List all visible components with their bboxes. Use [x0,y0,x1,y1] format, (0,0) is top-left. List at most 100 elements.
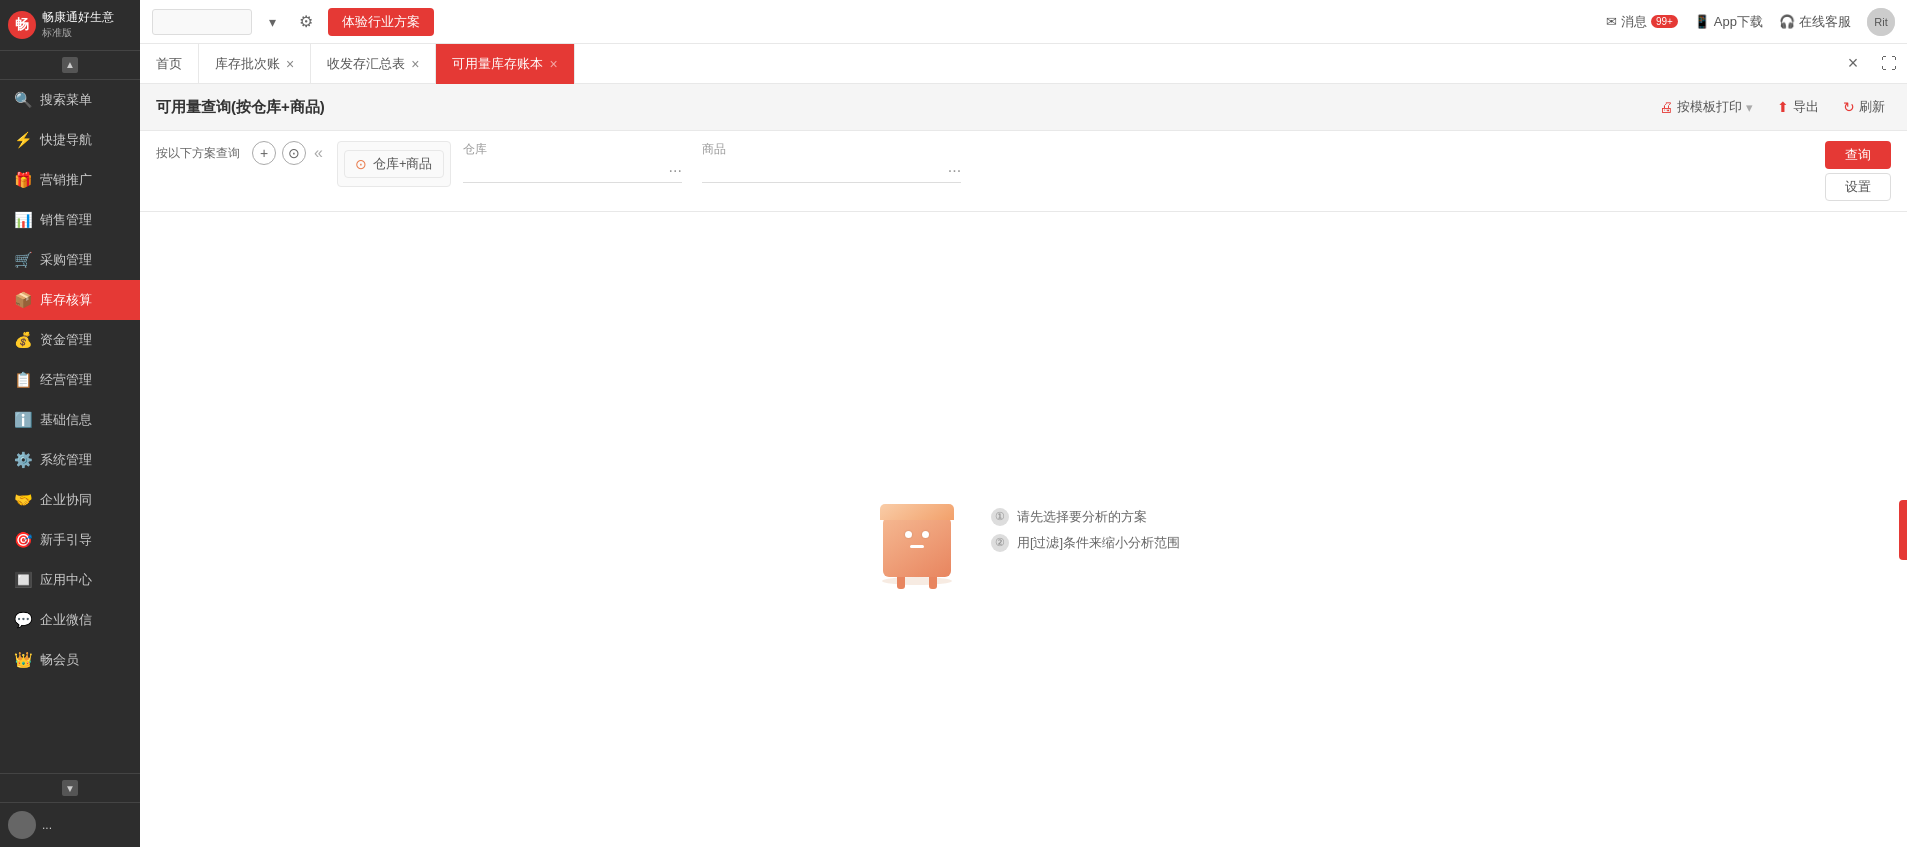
print-btn[interactable]: 🖨 按模板打印 ▾ [1653,94,1759,120]
headset-icon: 🎧 [1779,14,1795,29]
empty-state: ① 请先选择要分析的方案 ② 用[过滤]条件来缩小分析范围 [867,475,1180,585]
page-actions: 🖨 按模板打印 ▾ ⬆ 导出 ↻ 刷新 [1653,94,1891,120]
sidebar: 畅 畅康通好生意 标准版 ▲ 🔍 搜索菜单 ⚡ 快捷导航 🎁 营销推广 📊 销售… [0,0,140,847]
filter-label: 按以下方案查询 [156,141,240,162]
sidebar-item-basic[interactable]: ℹ️ 基础信息 [0,400,140,440]
sidebar-item-label: 搜索菜单 [40,91,92,109]
warehouse-input[interactable] [463,164,663,179]
page-header: 可用量查询(按仓库+商品) 🖨 按模板打印 ▾ ⬆ 导出 ↻ 刷新 [140,84,1907,131]
content-area: ① 请先选择要分析的方案 ② 用[过滤]条件来缩小分析范围 [140,212,1907,847]
product-input-group: ··· [702,160,961,183]
sidebar-item-search[interactable]: 🔍 搜索菜单 [0,80,140,120]
warehouse-input-group: ··· [463,160,682,183]
print-dropdown-icon: ▾ [1746,100,1753,115]
brand-icon: 畅 [8,11,36,39]
app-download-btn[interactable]: 📱 App下载 [1694,13,1763,31]
sidebar-item-marketing[interactable]: 🎁 营销推广 [0,160,140,200]
product-more-btn[interactable]: ··· [948,162,961,180]
handshake-icon: 🤝 [14,491,32,509]
warehouse-label: 仓库 [463,141,682,158]
topbar-dropdown-btn[interactable]: ▾ [260,10,284,34]
scheme-settings-btn[interactable]: ⊙ [282,141,306,165]
online-service-btn[interactable]: 🎧 在线客服 [1779,13,1851,31]
tab-batch-close[interactable]: × [286,57,294,71]
tabbar: 首页 库存批次账 × 收发存汇总表 × 可用量库存账本 × × ⛶ [140,44,1907,84]
avatar [8,811,36,839]
tab-batch-account[interactable]: 库存批次账 × [199,44,311,84]
filter-fields: 仓库 ··· 商品 ··· [463,141,1814,183]
query-btn[interactable]: 查询 [1825,141,1891,169]
trial-btn[interactable]: 体验行业方案 [328,8,434,36]
tab-home-label: 首页 [156,55,182,73]
filter-schemes: + ⊙ « [252,141,325,165]
scheme-item-label: 仓库+商品 [373,155,433,173]
sidebar-item-newguide[interactable]: 🎯 新手引导 [0,520,140,560]
sidebar-item-sales[interactable]: 📊 销售管理 [0,200,140,240]
sidebar-item-system[interactable]: ⚙️ 系统管理 [0,440,140,480]
sidebar-item-label: 系统管理 [40,451,92,469]
sidebar-item-label: 畅会员 [40,651,79,669]
sidebar-item-purchase[interactable]: 🛒 采购管理 [0,240,140,280]
topbar-right: ✉ 消息 99+ 📱 App下载 🎧 在线客服 Rit [1606,8,1895,36]
hint2-num: ② [991,534,1009,552]
export-btn[interactable]: ⬆ 导出 [1771,94,1825,120]
tabbar-window-close-btn[interactable]: × [1835,46,1871,82]
page-title: 可用量查询(按仓库+商品) [156,98,325,117]
clipboard-icon: 📋 [14,371,32,389]
refresh-btn[interactable]: ↻ 刷新 [1837,94,1891,120]
sidebar-item-appcenter[interactable]: 🔲 应用中心 [0,560,140,600]
scheme-panel: ⊙ 仓库+商品 [337,141,451,187]
sidebar-item-wechat[interactable]: 💬 企业微信 [0,600,140,640]
hint1-text: 请先选择要分析的方案 [1017,508,1147,526]
topbar-search-input[interactable] [152,9,252,35]
sidebar-item-label: 营销推广 [40,171,92,189]
sidebar-item-ops[interactable]: 📋 经营管理 [0,360,140,400]
sidebar-item-member[interactable]: 👑 畅会员 [0,640,140,680]
export-icon: ⬆ [1777,99,1789,115]
user-area[interactable]: ... [0,802,140,847]
crown-icon: 👑 [14,651,32,669]
cart-icon: 🛒 [14,251,32,269]
brand-sub: 标准版 [42,26,114,40]
user-avatar[interactable]: Rit [1867,8,1895,36]
collapse-btn[interactable]: « [312,142,325,164]
topbar: ▾ ⚙ 体验行业方案 ✉ 消息 99+ 📱 App下载 🎧 在线客服 Rit [140,0,1907,44]
message-icon: ✉ [1606,14,1617,29]
sidebar-item-label: 资金管理 [40,331,92,349]
empty-texts: ① 请先选择要分析的方案 ② 用[过滤]条件来缩小分析范围 [991,508,1180,552]
hint2-text: 用[过滤]条件来缩小分析范围 [1017,534,1180,552]
scheme-item-warehouse-product[interactable]: ⊙ 仓库+商品 [344,150,444,178]
search-icon: 🔍 [14,91,32,109]
message-badge: 99+ [1651,15,1678,28]
sidebar-item-label: 企业微信 [40,611,92,629]
gear-icon: ⚙️ [14,451,32,469]
tab-stock-close[interactable]: × [411,57,419,71]
messages-btn[interactable]: ✉ 消息 99+ [1606,13,1678,31]
username: ... [42,818,52,832]
add-scheme-btn[interactable]: + [252,141,276,165]
phone-icon: 📱 [1694,14,1710,29]
warehouse-more-btn[interactable]: ··· [669,162,682,180]
tab-stock-summary[interactable]: 收发存汇总表 × [311,44,436,84]
tab-home[interactable]: 首页 [140,44,199,84]
sidebar-item-enterprise[interactable]: 🤝 企业协同 [0,480,140,520]
product-label: 商品 [702,141,961,158]
box-body [883,517,951,577]
scroll-down-btn[interactable]: ▼ [62,780,78,796]
info-icon: ℹ️ [14,411,32,429]
scroll-up-btn[interactable]: ▲ [62,57,78,73]
brand-area[interactable]: 畅 畅康通好生意 标准版 [0,0,140,51]
product-input[interactable] [702,164,942,179]
grid-icon: 🔲 [14,571,32,589]
topbar-gear-btn[interactable]: ⚙ [292,8,320,36]
filter-settings-btn[interactable]: 设置 [1825,173,1891,201]
hint1: ① 请先选择要分析的方案 [991,508,1180,526]
sidebar-item-label: 新手引导 [40,531,92,549]
refresh-icon: ↻ [1843,99,1855,115]
tabbar-expand-btn[interactable]: ⛶ [1871,46,1907,82]
sidebar-item-inventory[interactable]: 📦 库存核算 [0,280,140,320]
sidebar-item-funds[interactable]: 💰 资金管理 [0,320,140,360]
tab-available-ledger[interactable]: 可用量库存账本 × [436,44,574,84]
tab-available-close[interactable]: × [549,57,557,71]
sidebar-item-shortcut[interactable]: ⚡ 快捷导航 [0,120,140,160]
